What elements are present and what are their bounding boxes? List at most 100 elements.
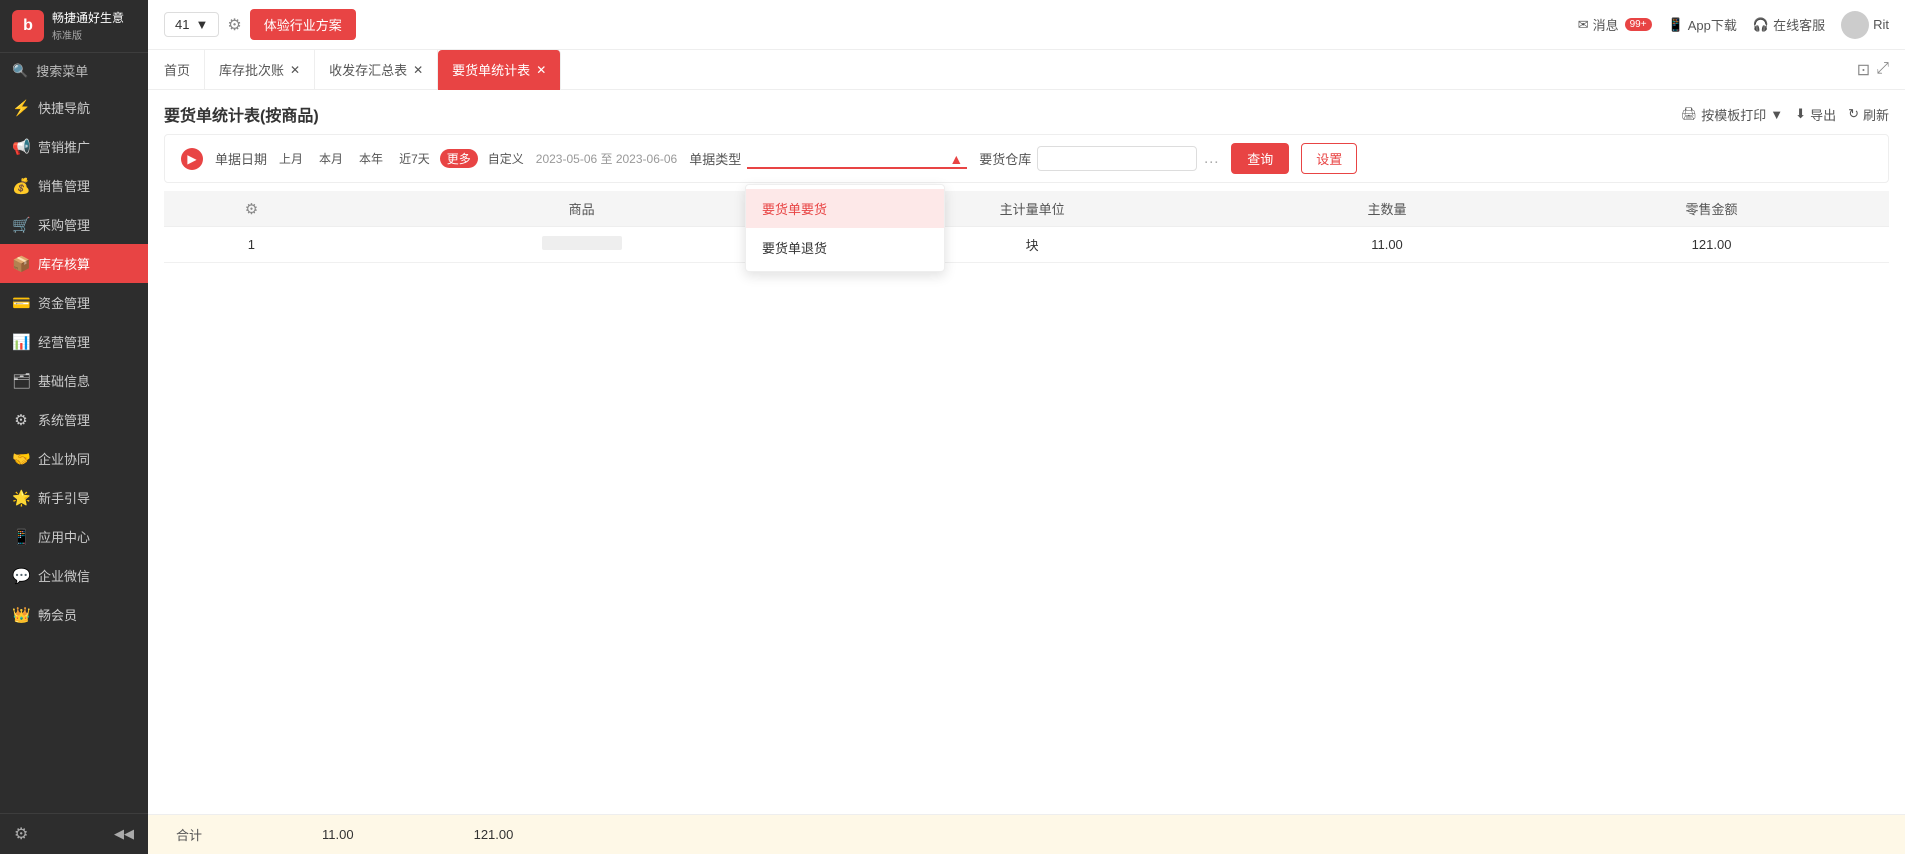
tab-expand-button[interactable]: ⤢ [1876,60,1889,80]
filter-expand-button[interactable]: ▶ [181,148,203,170]
sidebar-item-inventory[interactable]: 📦 库存核算 [0,244,148,283]
print-icon: 🖨 [1681,106,1698,122]
tab-bar: 首页 库存批次账 ✕ 收发存汇总表 ✕ 要货单统计表 ✕ ⊡ ⤢ [148,50,1905,90]
summary-quantity: 11.00 [322,827,354,842]
trial-industry-button[interactable]: 体验行业方案 [250,9,356,40]
sidebar-item-label: 经营管理 [38,332,90,351]
tab-order-stats[interactable]: 要货单统计表 ✕ [438,50,561,90]
sidebar-item-label: 营销推广 [38,137,90,156]
app-download-action[interactable]: 📱 App下载 [1668,15,1737,34]
sidebar-item-enterprise[interactable]: 🤝 企业协同 [0,439,148,478]
table-body: 1 块 11.00 121.00 [164,227,1889,263]
operations-icon: 📊 [12,333,30,351]
warehouse-more-icon[interactable]: … [1203,150,1219,168]
query-button[interactable]: 查询 [1231,143,1289,174]
page-header-actions: 🖨 按模板打印 ▼ ⬇ 导出 ↻ 刷新 [1681,105,1889,124]
refresh-button[interactable]: ↻ 刷新 [1848,105,1889,124]
sidebar-item-label: 库存核算 [38,254,90,273]
sidebar-item-basic-info[interactable]: 🗂 基础信息 [0,361,148,400]
more-shortcut[interactable]: 更多 [440,149,478,168]
export-label: 导出 [1810,105,1836,124]
this-month-shortcut[interactable]: 本月 [313,148,349,169]
sidebar-item-label: 新手引导 [38,488,90,507]
tab-receivable-close[interactable]: ✕ [413,63,423,77]
tab-home[interactable]: 首页 [164,50,205,90]
header-left: 41 ▼ ⚙ 体验行业方案 [164,9,356,40]
finance-icon: 💳 [12,294,30,312]
tab-receivable-summary-label: 收发存汇总表 [329,60,407,79]
warehouse-filter-label: 要货仓库 [979,149,1031,168]
row-quantity: 11.00 [1240,227,1534,263]
sidebar-item-marketing[interactable]: 📢 营销推广 [0,127,148,166]
user-profile[interactable]: Rit [1841,11,1889,39]
sidebar-item-system[interactable]: ⚙ 系统管理 [0,400,148,439]
sidebar-footer: ⚙ ◀◀ [0,813,148,854]
sidebar-search[interactable]: 🔍 搜索菜单 [0,53,148,88]
sidebar-item-quick-nav[interactable]: ⚡ 快捷导航 [0,88,148,127]
sidebar-item-label: 企业微信 [38,566,90,585]
warehouse-input[interactable] [1037,146,1197,171]
table-settings-icon[interactable]: ⚙ [245,201,258,218]
enterprise-icon: 🤝 [12,450,30,468]
page-header: 要货单统计表(按商品) 🖨 按模板打印 ▼ ⬇ 导出 ↻ 刷新 [148,90,1905,134]
sidebar-item-purchase[interactable]: 🛒 采购管理 [0,205,148,244]
vip-icon: 👑 [12,606,30,624]
dropdown-option-order-return[interactable]: 要货单退货 [746,228,944,267]
sidebar-item-vip[interactable]: 👑 畅会员 [0,595,148,634]
table-col-quantity: 主数量 [1240,191,1534,227]
type-input[interactable] [747,148,967,169]
export-button[interactable]: ⬇ 导出 [1795,105,1836,124]
summary-label: 合计 [176,825,202,844]
date-filter-label: 单据日期 [215,149,267,168]
sidebar-item-label: 基础信息 [38,371,90,390]
type-filter-label: 单据类型 [689,149,741,168]
sidebar-item-sales[interactable]: 💰 销售管理 [0,166,148,205]
tab-inventory-batch[interactable]: 库存批次账 ✕ [205,50,315,90]
table-header: ⚙ 商品 主计量单位 主数量 零售金额 [164,191,1889,227]
tab-inventory-batch-close[interactable]: ✕ [290,63,300,77]
purchase-icon: 🛒 [12,216,30,234]
sidebar-item-operations[interactable]: 📊 经营管理 [0,322,148,361]
header-gear-icon[interactable]: ⚙ [227,15,241,35]
type-dropdown-arrow-icon[interactable]: ▲ [949,151,963,167]
sidebar-item-app-center[interactable]: 📱 应用中心 [0,517,148,556]
user-number: 41 [175,17,189,32]
online-service-action[interactable]: 🎧 在线客服 [1753,15,1825,34]
this-year-shortcut[interactable]: 本年 [353,148,389,169]
app-center-icon: 📱 [12,528,30,546]
online-service-label: 在线客服 [1773,15,1825,34]
user-selector[interactable]: 41 ▼ [164,12,219,37]
row-amount: 121.00 [1534,227,1889,263]
custom-shortcut[interactable]: 自定义 [482,148,530,169]
logo-main-text: 畅捷通好生意 [52,10,124,27]
last-month-shortcut[interactable]: 上月 [273,148,309,169]
tab-receivable-summary[interactable]: 收发存汇总表 ✕ [315,50,438,90]
sales-icon: 💰 [12,177,30,195]
7days-shortcut[interactable]: 近7天 [393,148,436,169]
guide-icon: 🌟 [12,489,30,507]
messages-badge: 99+ [1625,18,1652,31]
print-label: 按模板打印 [1701,105,1766,124]
sidebar-collapse-button[interactable]: ◀◀ [114,826,134,842]
table-col-settings[interactable]: ⚙ [164,191,339,227]
tab-restore-button[interactable]: ⊡ [1857,60,1870,80]
logo-sub-text: 标准版 [52,27,124,42]
sidebar-item-finance[interactable]: 💳 资金管理 [0,283,148,322]
page-title: 要货单统计表(按商品) [164,102,319,126]
sidebar-item-guide[interactable]: 🌟 新手引导 [0,478,148,517]
filter-settings-button[interactable]: 设置 [1301,143,1357,174]
message-icon: ✉ [1578,17,1589,33]
top-header: 41 ▼ ⚙ 体验行业方案 ✉ 消息 99+ 📱 App下载 🎧 在线客服 R [148,0,1905,50]
sidebar-item-label: 资金管理 [38,293,90,312]
search-icon: 🔍 [12,63,28,79]
tab-order-stats-close[interactable]: ✕ [536,63,546,77]
sidebar-item-wechat[interactable]: 💬 企业微信 [0,556,148,595]
main-area: 41 ▼ ⚙ 体验行业方案 ✉ 消息 99+ 📱 App下载 🎧 在线客服 R [148,0,1905,854]
dropdown-option-order-goods[interactable]: 要货单要货 [746,189,944,228]
data-table: ⚙ 商品 主计量单位 主数量 零售金额 1 块 [164,191,1889,263]
messages-action[interactable]: ✉ 消息 99+ [1578,15,1652,34]
settings-footer-icon[interactable]: ⚙ [14,824,28,844]
date-range-display: 2023-05-06 至 2023-06-06 [536,150,677,167]
sidebar-item-label: 系统管理 [38,410,90,429]
print-button[interactable]: 🖨 按模板打印 ▼ [1681,105,1783,124]
